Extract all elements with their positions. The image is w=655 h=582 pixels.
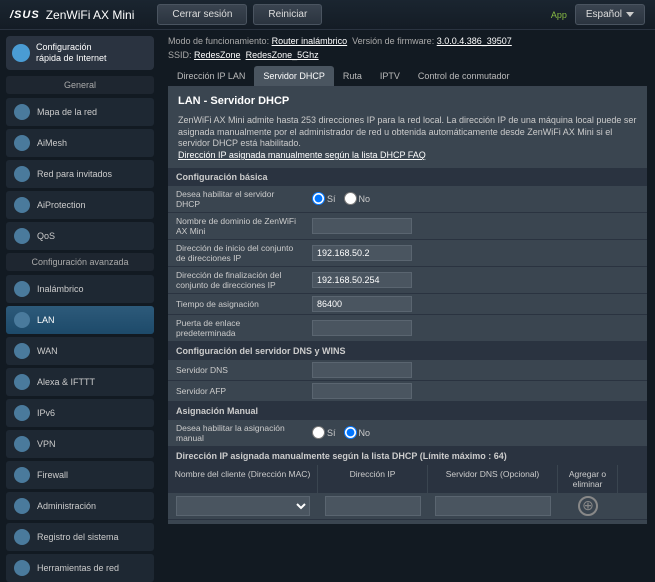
panel-title: LAN - Servidor DHCP	[168, 87, 647, 115]
admin-icon	[14, 498, 30, 514]
section-advanced: Configuración avanzada	[6, 253, 154, 271]
sidebar-item-lan[interactable]: LAN	[6, 306, 154, 334]
dns-opt-input[interactable]	[435, 496, 551, 516]
map-icon	[14, 104, 30, 120]
sidebar-item-log[interactable]: Registro del sistema	[6, 523, 154, 551]
quick-setup-button[interactable]: Configuraciónrápida de Internet	[6, 36, 154, 70]
ssid2-link[interactable]: RedesZone_5Ghz	[246, 50, 319, 60]
qos-icon	[14, 228, 30, 244]
domain-input[interactable]	[312, 218, 412, 234]
add-button[interactable]: ⊕	[578, 496, 598, 516]
alexa-icon	[14, 374, 30, 390]
tab-switch[interactable]: Control de conmutador	[409, 66, 519, 86]
dns-input[interactable]	[312, 362, 412, 378]
sidebar-item-alexa[interactable]: Alexa & IFTTT	[6, 368, 154, 396]
guest-icon	[14, 166, 30, 182]
lan-icon	[14, 312, 30, 328]
section-table: Dirección IP asignada manualmente según …	[168, 447, 647, 465]
wan-icon	[14, 343, 30, 359]
table-header: Nombre del cliente (Dirección MAC)Direcc…	[168, 465, 647, 493]
mode-link[interactable]: Router inalámbrico	[272, 36, 348, 46]
gateway-input[interactable]	[312, 320, 412, 336]
sidebar-item-qos[interactable]: QoS	[6, 222, 154, 250]
firewall-icon	[14, 467, 30, 483]
tab-dhcp[interactable]: Servidor DHCP	[254, 66, 334, 86]
model-name: ZenWiFi AX Mini	[46, 8, 135, 22]
tools-icon	[14, 560, 30, 576]
section-manual: Asignación Manual	[168, 402, 647, 420]
topbar: /SUS ZenWiFi AX Mini Cerrar sesión Reini…	[0, 0, 655, 30]
tabs: Dirección IP LAN Servidor DHCP Ruta IPTV…	[168, 66, 647, 87]
language-select[interactable]: Español	[575, 4, 645, 25]
wifi-icon	[14, 281, 30, 297]
mac-select[interactable]	[176, 496, 311, 516]
vpn-icon	[14, 436, 30, 452]
sidebar-item-wireless[interactable]: Inalámbrico	[6, 275, 154, 303]
tab-iplan[interactable]: Dirección IP LAN	[168, 66, 254, 86]
tab-route[interactable]: Ruta	[334, 66, 371, 86]
afp-input[interactable]	[312, 383, 412, 399]
table-input-row: ⊕	[168, 493, 647, 520]
sidebar-item-map[interactable]: Mapa de la red	[6, 98, 154, 126]
ip-end-input[interactable]	[312, 272, 412, 288]
sidebar-item-admin[interactable]: Administración	[6, 492, 154, 520]
sidebar-item-guest[interactable]: Red para invitados	[6, 160, 154, 188]
logout-button[interactable]: Cerrar sesión	[157, 4, 247, 25]
sidebar-item-vpn[interactable]: VPN	[6, 430, 154, 458]
main: Modo de funcionamiento: Router inalámbri…	[160, 30, 655, 524]
sidebar-item-firewall[interactable]: Firewall	[6, 461, 154, 489]
sidebar-item-ipv6[interactable]: IPv6	[6, 399, 154, 427]
dhcp-enable-no[interactable]: No	[344, 192, 371, 205]
ssid1-link[interactable]: RedesZone	[194, 50, 241, 60]
ip-start-input[interactable]	[312, 245, 412, 261]
section-dns: Configuración del servidor DNS y WINS	[168, 342, 647, 360]
section-general: General	[6, 76, 154, 94]
brand-logo: /SUS	[10, 9, 40, 21]
chevron-down-icon	[626, 12, 634, 17]
app-link[interactable]: App	[551, 10, 567, 20]
ip-input[interactable]	[325, 496, 422, 516]
tab-iptv[interactable]: IPTV	[371, 66, 409, 86]
reboot-button[interactable]: Reiniciar	[253, 4, 322, 25]
log-icon	[14, 529, 30, 545]
sidebar: Configuraciónrápida de Internet General …	[0, 30, 160, 524]
manual-yes[interactable]: Sí	[312, 426, 336, 439]
manual-no[interactable]: No	[344, 426, 371, 439]
panel-desc: ZenWiFi AX Mini admite hasta 253 direcci…	[168, 115, 647, 168]
faq-link[interactable]: Dirección IP asignada manualmente según …	[178, 150, 426, 160]
fw-link[interactable]: 3.0.0.4.386_39507	[437, 36, 512, 46]
sidebar-item-aiprotect[interactable]: AiProtection	[6, 191, 154, 219]
mesh-icon	[14, 135, 30, 151]
shield-icon	[14, 197, 30, 213]
no-data-msg: No hay datos en la tabla.	[168, 520, 647, 524]
sidebar-item-aimesh[interactable]: AiMesh	[6, 129, 154, 157]
sidebar-item-wan[interactable]: WAN	[6, 337, 154, 365]
section-basic: Configuración básica	[168, 168, 647, 186]
lease-input[interactable]	[312, 296, 412, 312]
globe-icon	[12, 44, 30, 62]
ipv6-icon	[14, 405, 30, 421]
dhcp-enable-yes[interactable]: Sí	[312, 192, 336, 205]
sidebar-item-tools[interactable]: Herramientas de red	[6, 554, 154, 582]
